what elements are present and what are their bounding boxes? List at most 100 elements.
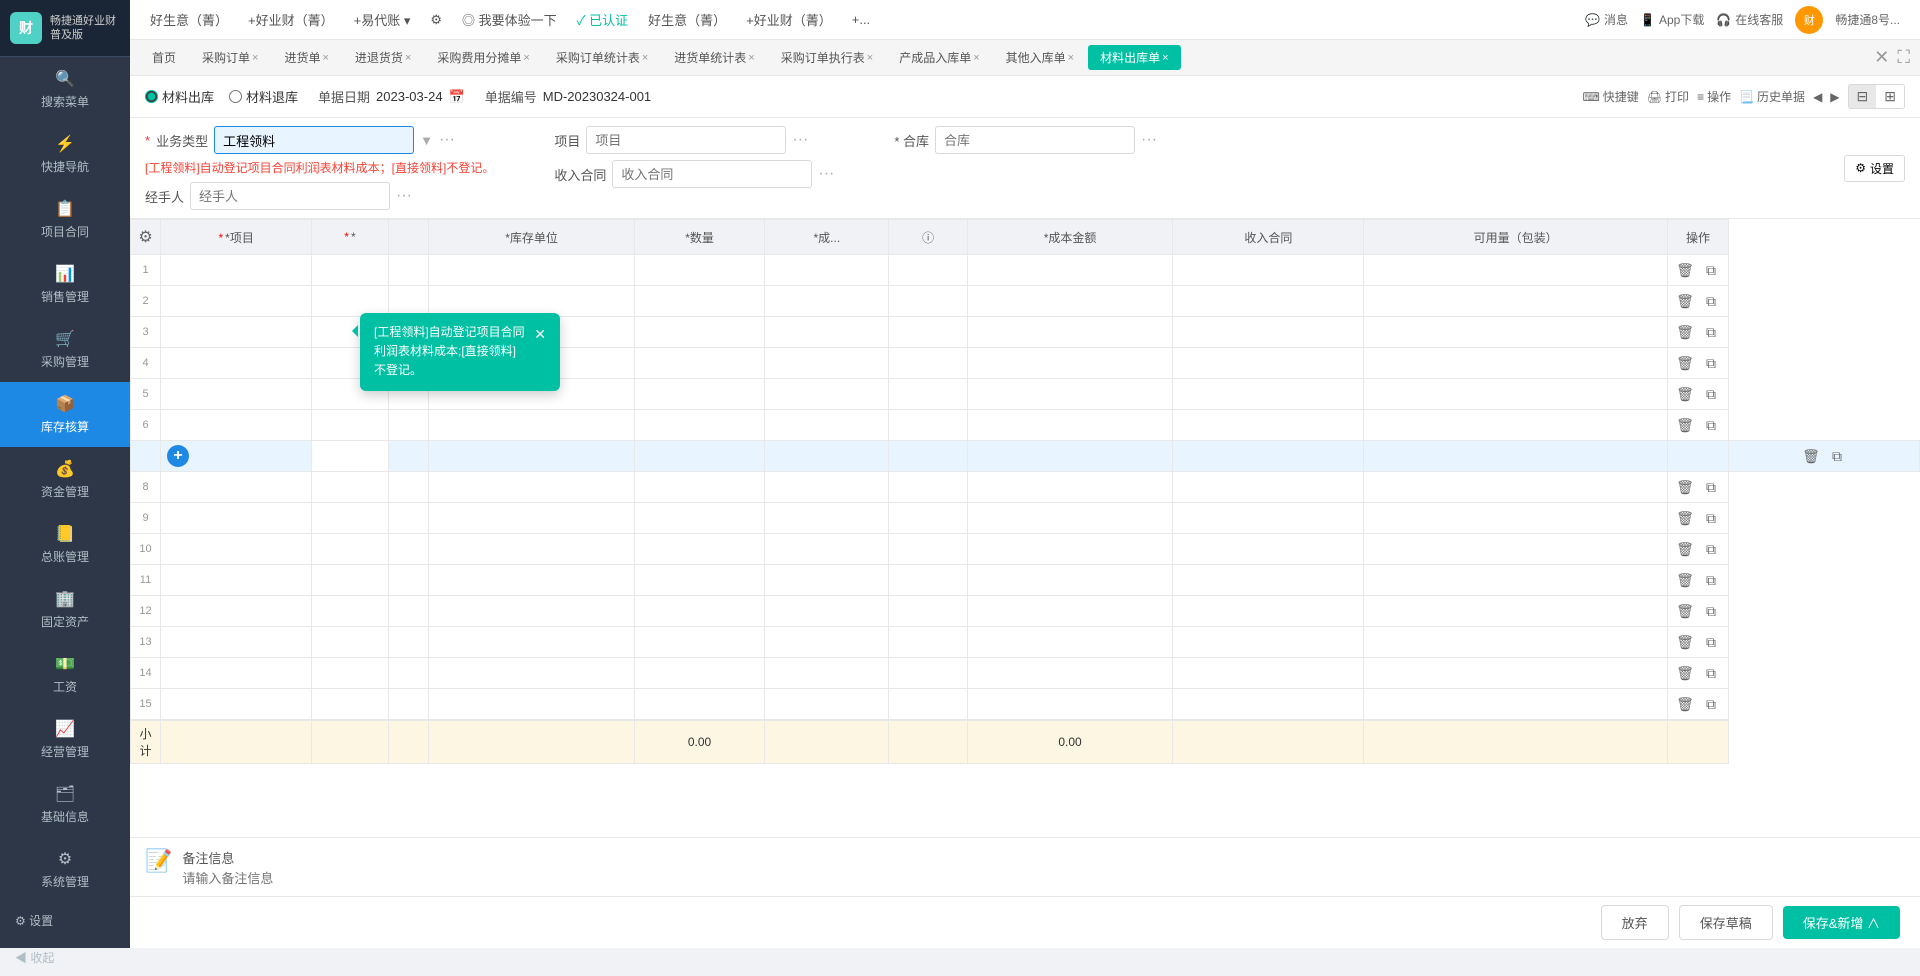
sidebar-collapse[interactable]: ◀ 收起 xyxy=(0,939,130,976)
sidebar-item-purchase[interactable]: 🛒采购管理 xyxy=(0,317,130,382)
row-copy-btn[interactable]: ⧉ xyxy=(1700,321,1722,343)
user-avatar[interactable]: 财 xyxy=(1795,6,1823,34)
row-delete-btn[interactable]: 🗑 xyxy=(1674,352,1696,374)
topbar-more-3[interactable]: +... xyxy=(842,0,880,40)
row-copy-btn[interactable]: ⧉ xyxy=(1700,693,1722,715)
row-delete-btn[interactable]: 🗑 xyxy=(1800,445,1822,467)
history-btn[interactable]: 📃 历史单据 xyxy=(1739,88,1805,105)
sidebar-item-ledger[interactable]: 📒总账管理 xyxy=(0,512,130,577)
warehouse-dots[interactable]: ··· xyxy=(1141,131,1157,149)
prev-btn[interactable]: ◀ xyxy=(1813,90,1822,104)
row-delete-btn[interactable]: 🗑 xyxy=(1674,693,1696,715)
project-dots[interactable]: ··· xyxy=(792,131,808,149)
topbar-certified[interactable]: ✓ 已认证 xyxy=(567,0,639,40)
add-row-btn-cell[interactable]: + xyxy=(161,441,312,472)
save-new-button[interactable]: 保存&新增 ∧ xyxy=(1783,906,1900,939)
row-copy-btn[interactable]: ⧉ xyxy=(1700,476,1722,498)
sidebar-item-salary[interactable]: 💵工资 xyxy=(0,642,130,707)
row-copy-btn[interactable]: ⧉ xyxy=(1700,352,1722,374)
row-copy-btn[interactable]: ⧉ xyxy=(1700,662,1722,684)
row-delete-btn[interactable]: 🗑 xyxy=(1674,631,1696,653)
row-delete-btn[interactable]: 🗑 xyxy=(1674,600,1696,622)
sidebar-item-quick[interactable]: ⚡快捷导航 xyxy=(0,122,130,187)
shortcut-btn[interactable]: ⌨ 快捷键 xyxy=(1582,88,1638,105)
dropdown-arrow-icon[interactable]: ▼ xyxy=(420,133,433,148)
online-service-btn[interactable]: 🎧 在线客服 xyxy=(1716,11,1783,28)
discard-button[interactable]: 放弃 xyxy=(1601,905,1669,940)
tab-material-out[interactable]: 材料出库单 × xyxy=(1088,45,1180,70)
print-btn[interactable]: 🖨 打印 xyxy=(1647,88,1689,105)
tab-incoming-stats[interactable]: 进货单统计表 × xyxy=(662,45,766,70)
tab-purchase-exec[interactable]: 采购订单执行表 × xyxy=(769,45,885,70)
tab-incoming[interactable]: 进货单 × xyxy=(272,45,340,70)
sidebar-item-system[interactable]: ⚙系统管理 xyxy=(0,837,130,902)
row-copy-btn[interactable]: ⧉ xyxy=(1700,631,1722,653)
maximize-btn[interactable]: ⛶ xyxy=(1897,47,1910,68)
operation-btn[interactable]: ≡ 操作 xyxy=(1697,88,1731,105)
sidebar-settings[interactable]: ⚙ 设置 xyxy=(0,902,130,939)
row-delete-btn[interactable]: 🗑 xyxy=(1674,290,1696,312)
sidebar-item-sales[interactable]: 📊销售管理 xyxy=(0,252,130,317)
topbar-more-1[interactable]: 好生意（菁） xyxy=(638,0,736,40)
tab-home[interactable]: 首页 xyxy=(140,45,188,70)
income-dots[interactable]: ··· xyxy=(818,165,834,183)
view-list-btn[interactable]: ⊞ xyxy=(1876,85,1904,108)
topbar-more-2[interactable]: +好业财（菁） xyxy=(736,0,842,40)
tab-purchase-stats[interactable]: 采购订单统计表 × xyxy=(544,45,660,70)
radio-material-return[interactable]: 材料退库 xyxy=(229,87,298,106)
sidebar-item-ops[interactable]: 📈经营管理 xyxy=(0,707,130,772)
calendar-icon[interactable]: 📅 xyxy=(449,89,465,105)
tooltip-close-btn[interactable]: ✕ xyxy=(534,323,546,345)
settings-button[interactable]: ⚙ 设置 xyxy=(1844,155,1905,182)
row-copy-btn[interactable]: ⧉ xyxy=(1700,569,1722,591)
row-delete-btn[interactable]: 🗑 xyxy=(1674,414,1696,436)
sidebar-item-inventory[interactable]: 📦库存核算 xyxy=(0,382,130,447)
tab-other-in[interactable]: 其他入库单 × xyxy=(994,45,1086,70)
tab-purchase-order[interactable]: 采购订单 × xyxy=(190,45,270,70)
income-contract-input[interactable] xyxy=(612,160,812,188)
row-delete-btn[interactable]: 🗑 xyxy=(1674,507,1696,529)
th-cost-info[interactable]: ⓘ xyxy=(889,220,967,255)
row-delete-btn[interactable]: 🗑 xyxy=(1674,259,1696,281)
sidebar-item-base[interactable]: 🗂基础信息 xyxy=(0,772,130,837)
row-copy-btn[interactable]: ⧉ xyxy=(1700,538,1722,560)
tab-incoming-return[interactable]: 进退货货 × xyxy=(343,45,423,70)
add-row-input[interactable] xyxy=(312,441,388,472)
handler-input[interactable] xyxy=(190,182,390,210)
row-delete-btn[interactable]: 🗑 xyxy=(1674,538,1696,560)
row-delete-btn[interactable]: 🗑 xyxy=(1674,569,1696,591)
sidebar-item-asset[interactable]: 🏢固定资产 xyxy=(0,577,130,642)
topbar-brand-1[interactable]: 好生意（菁） xyxy=(140,0,238,40)
row-copy-btn[interactable]: ⧉ xyxy=(1700,600,1722,622)
project-input[interactable] xyxy=(586,126,786,154)
draft-button[interactable]: 保存草稿 xyxy=(1679,905,1773,940)
business-type-dots[interactable]: ··· xyxy=(439,131,455,149)
row-copy-btn[interactable]: ⧉ xyxy=(1700,507,1722,529)
row-copy-btn[interactable]: ⧉ xyxy=(1826,445,1848,467)
radio-material-out[interactable]: 材料出库 xyxy=(145,87,214,106)
next-btn[interactable]: ▶ xyxy=(1830,90,1839,104)
topbar-experience[interactable]: ◎ 我要体验一下 xyxy=(452,0,567,40)
row-copy-btn[interactable]: ⧉ xyxy=(1700,290,1722,312)
tab-purchase-fee[interactable]: 采购费用分摊单 × xyxy=(425,45,541,70)
topbar-brand-2[interactable]: +好业财（菁） xyxy=(238,0,344,40)
user-name[interactable]: 畅捷通8号... xyxy=(1835,11,1900,28)
row-copy-btn[interactable]: ⧉ xyxy=(1700,259,1722,281)
sidebar-item-project[interactable]: 📋项目合同 xyxy=(0,187,130,252)
message-btn[interactable]: 💬 消息 xyxy=(1585,11,1628,28)
add-row-button[interactable]: + xyxy=(167,445,189,467)
close-main-btn[interactable]: ✕ xyxy=(1874,47,1889,68)
handler-dots[interactable]: ··· xyxy=(396,187,412,205)
view-grid-btn[interactable]: ⊟ xyxy=(1849,85,1877,108)
business-type-input[interactable] xyxy=(214,126,414,154)
app-download-btn[interactable]: 📱 App下载 xyxy=(1640,11,1704,28)
row-delete-btn[interactable]: 🗑 xyxy=(1674,476,1696,498)
row-delete-btn[interactable]: 🗑 xyxy=(1674,662,1696,684)
warehouse-input[interactable] xyxy=(935,126,1135,154)
sidebar-item-finance[interactable]: 💰资金管理 xyxy=(0,447,130,512)
row-copy-btn[interactable]: ⧉ xyxy=(1700,383,1722,405)
th-settings[interactable]: ⚙ xyxy=(131,220,161,255)
tab-product-in[interactable]: 产成品入库单 × xyxy=(887,45,991,70)
row-delete-btn[interactable]: 🗑 xyxy=(1674,321,1696,343)
topbar-settings[interactable]: ⚙ xyxy=(420,0,452,40)
